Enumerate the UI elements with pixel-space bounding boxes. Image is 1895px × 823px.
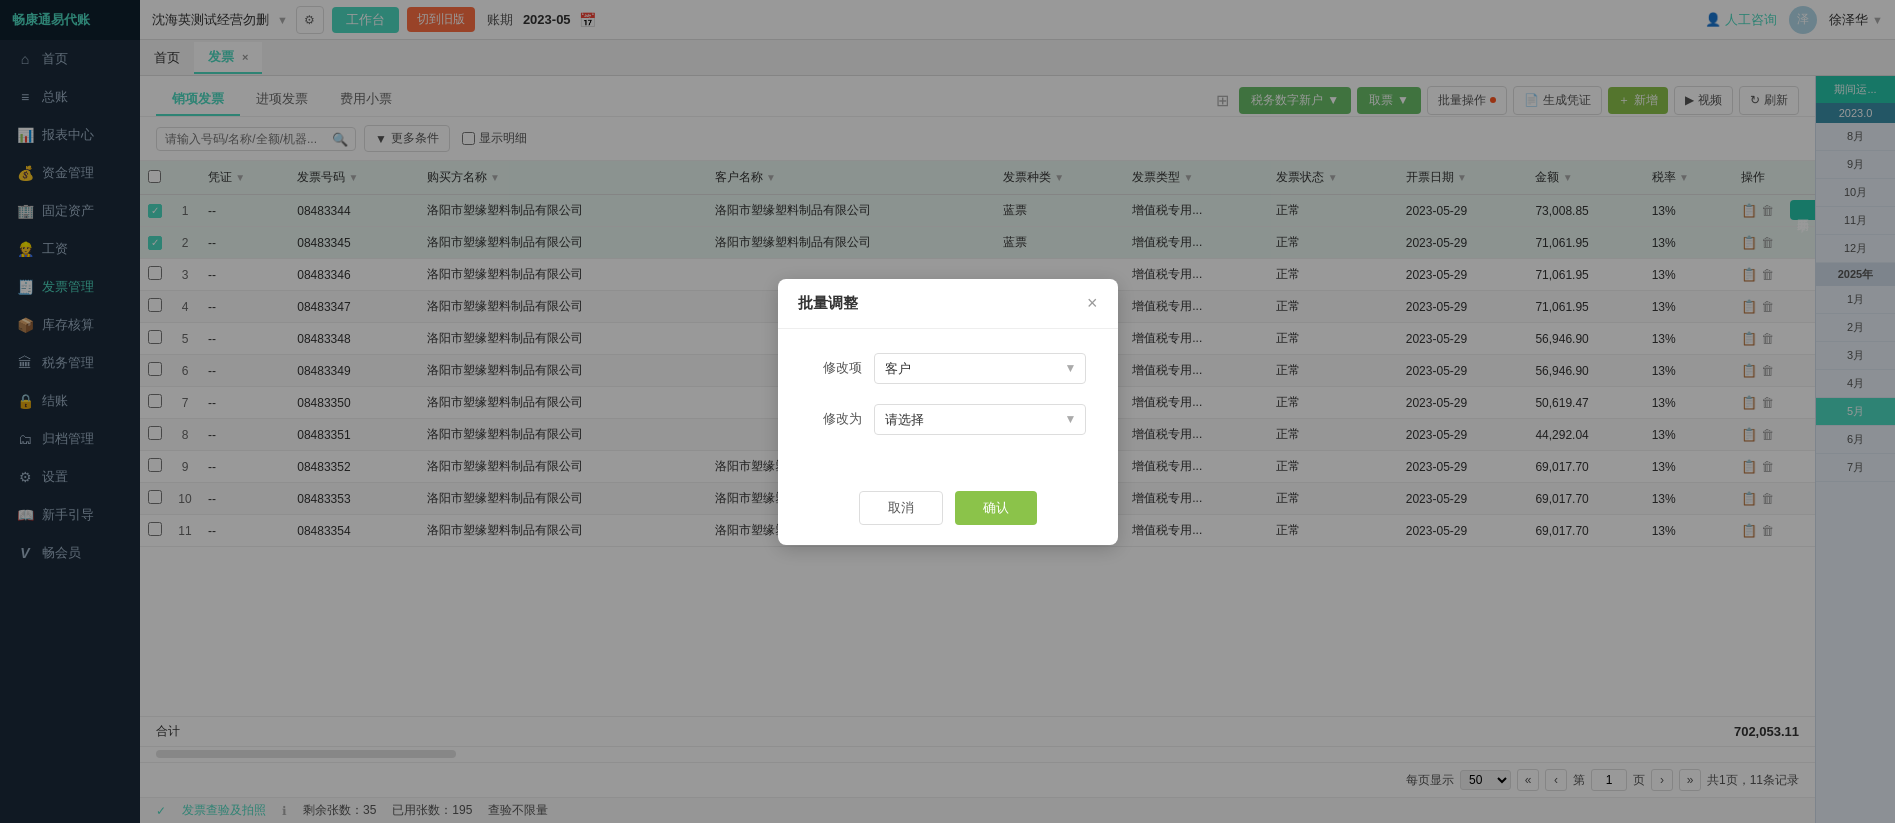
field-row: 修改项 客户 发票类型 购买方 税率 ▼ bbox=[810, 353, 1086, 384]
change-row: 修改为 请选择 ▼ bbox=[810, 404, 1086, 435]
modal-body: 修改项 客户 发票类型 购买方 税率 ▼ 修改为 请选择 bbox=[778, 329, 1118, 479]
batch-adjust-modal: 批量调整 × 修改项 客户 发票类型 购买方 税率 ▼ 修改为 bbox=[778, 279, 1118, 545]
modal-header: 批量调整 × bbox=[778, 279, 1118, 329]
change-select[interactable]: 请选择 bbox=[875, 405, 1085, 434]
modal-overlay: 批量调整 × 修改项 客户 发票类型 购买方 税率 ▼ 修改为 bbox=[0, 0, 1895, 823]
field-label: 修改项 bbox=[810, 359, 862, 377]
change-label: 修改为 bbox=[810, 410, 862, 428]
modal-confirm-btn[interactable]: 确认 bbox=[955, 491, 1037, 525]
modal-cancel-btn[interactable]: 取消 bbox=[859, 491, 943, 525]
change-select-wrapper: 请选择 ▼ bbox=[874, 404, 1086, 435]
field-select-wrapper: 客户 发票类型 购买方 税率 ▼ bbox=[874, 353, 1086, 384]
field-select[interactable]: 客户 发票类型 购买方 税率 bbox=[875, 354, 1085, 383]
modal-title: 批量调整 bbox=[798, 294, 858, 313]
modal-close-btn[interactable]: × bbox=[1087, 293, 1098, 314]
modal-footer: 取消 确认 bbox=[778, 479, 1118, 545]
